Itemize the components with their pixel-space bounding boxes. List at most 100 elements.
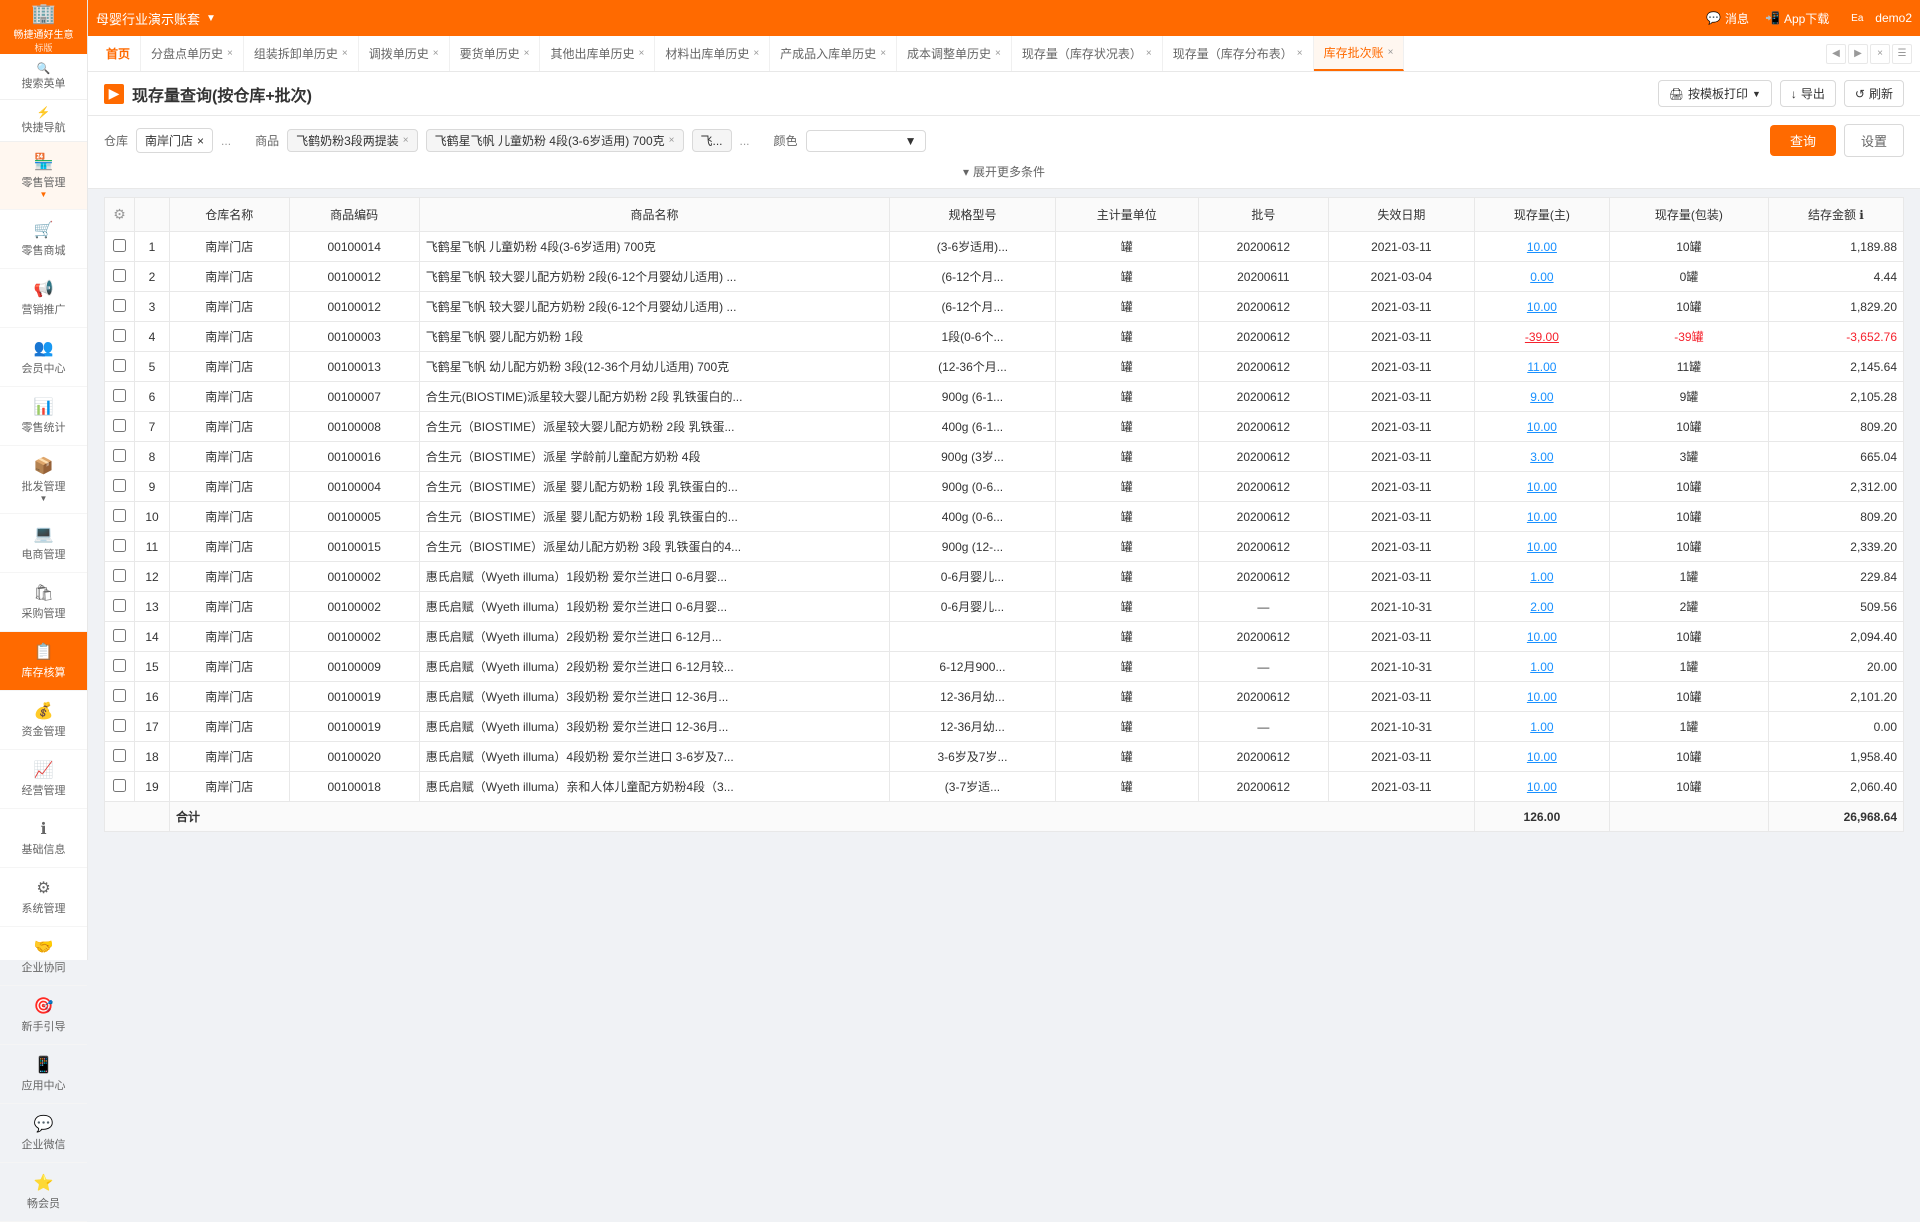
sidebar-item-ecommerce[interactable]: 💻 电商管理 [0,514,87,573]
row-checkbox[interactable] [113,389,126,402]
row-checkbox-cell[interactable] [105,292,135,322]
row-checkbox-cell[interactable] [105,442,135,472]
row-qty-main[interactable]: 10.00 [1474,622,1609,652]
row-checkbox[interactable] [113,689,126,702]
collapse-btn[interactable]: ▶ [104,84,124,104]
row-checkbox[interactable] [113,659,126,672]
row-checkbox-cell[interactable] [105,262,135,292]
print-button[interactable]: 🖨 按模板打印 ▼ [1658,80,1772,107]
row-qty-main[interactable]: 10.00 [1474,232,1609,262]
row-qty-main[interactable]: 1.00 [1474,562,1609,592]
refresh-button[interactable]: ↺ 刷新 [1844,80,1904,107]
row-checkbox[interactable] [113,239,126,252]
row-qty-main[interactable]: 10.00 [1474,472,1609,502]
stock-dist-close[interactable]: × [1297,48,1303,59]
row-qty-main[interactable]: 9.00 [1474,382,1609,412]
nav-menu[interactable]: ☰ [1892,44,1912,64]
sidebar-item-finance[interactable]: 💰 资金管理 [0,691,87,750]
row-checkbox[interactable] [113,419,126,432]
sidebar-item-business[interactable]: 📈 经营管理 [0,750,87,809]
tab-other-out[interactable]: 其他出库单历史 × [540,36,655,71]
sidebar-item-appcenter[interactable]: 📱 应用中心 [0,1045,87,1104]
setting-button[interactable]: 设置 [1844,124,1904,157]
row-checkbox[interactable] [113,509,126,522]
row-checkbox[interactable] [113,629,126,642]
sidebar-item-wholesale[interactable]: 📦 批发管理 ▼ [0,446,87,514]
row-checkbox-cell[interactable] [105,382,135,412]
row-checkbox-cell[interactable] [105,682,135,712]
sidebar-item-quicknav[interactable]: ⚡ 快捷导航 [0,100,87,142]
split-history-close[interactable]: × [227,48,233,59]
batch-ledger-close[interactable]: × [1388,47,1394,58]
sidebar-item-inventory[interactable]: 📋 库存核算 [0,632,87,691]
query-button[interactable]: 查询 [1770,125,1836,156]
th-settings[interactable]: ⚙ [105,198,135,232]
row-checkbox-cell[interactable] [105,532,135,562]
sidebar-item-enterprise[interactable]: 🤝 企业协同 [0,927,87,986]
row-checkbox-cell[interactable] [105,472,135,502]
row-checkbox[interactable] [113,359,126,372]
other-out-close[interactable]: × [638,48,644,59]
nav-close[interactable]: × [1870,44,1890,64]
sidebar-item-retail-stats[interactable]: 📊 零售统计 [0,387,87,446]
warehouse-tag[interactable]: 南岸门店 × [136,128,213,153]
sidebar-item-basic[interactable]: ℹ 基础信息 [0,809,87,868]
tab-disassemble-history[interactable]: 组装拆卸单历史 × [244,36,359,71]
row-checkbox[interactable] [113,539,126,552]
sidebar-item-retail-mall[interactable]: 🛒 零售商城 [0,210,87,269]
product-tag-0-close[interactable]: × [403,135,409,146]
row-qty-main[interactable]: 10.00 [1474,682,1609,712]
row-qty-main[interactable]: 3.00 [1474,442,1609,472]
sidebar-item-newguide[interactable]: 🎯 新手引导 [0,986,87,1045]
tab-cost-adj[interactable]: 成本调整单历史 × [897,36,1012,71]
row-qty-main[interactable]: 10.00 [1474,742,1609,772]
sidebar-item-system[interactable]: ⚙ 系统管理 [0,868,87,927]
tab-mix-history[interactable]: 调拨单历史 × [359,36,450,71]
row-qty-main[interactable]: 0.00 [1474,262,1609,292]
row-checkbox[interactable] [113,449,126,462]
row-qty-main[interactable]: 1.00 [1474,652,1609,682]
stock-status-close[interactable]: × [1146,48,1152,59]
nav-next[interactable]: ▶ [1848,44,1868,64]
row-qty-main[interactable]: 11.00 [1474,352,1609,382]
row-checkbox-cell[interactable] [105,412,135,442]
product-tag-0[interactable]: 飞鹤奶粉3段两提装 × [287,129,418,152]
sidebar-item-marketing[interactable]: 📢 营销推广 [0,269,87,328]
row-qty-main[interactable]: -39.00 [1474,322,1609,352]
warehouse-close-btn[interactable]: × [197,134,204,148]
product-tag-1[interactable]: 飞鹤星飞帆 儿童奶粉 4段(3-6岁适用) 700克 × [426,129,684,152]
row-checkbox[interactable] [113,779,126,792]
row-qty-main[interactable]: 10.00 [1474,772,1609,802]
tab-stock-status[interactable]: 现存量（库存状况表） × [1012,36,1163,71]
row-checkbox-cell[interactable] [105,232,135,262]
disassemble-close[interactable]: × [342,48,348,59]
cost-adj-close[interactable]: × [995,48,1001,59]
row-checkbox-cell[interactable] [105,562,135,592]
tab-home[interactable]: 首页 [96,36,141,71]
message-btn[interactable]: 💬 消息 [1706,10,1749,27]
sidebar-item-member[interactable]: 👥 会员中心 [0,328,87,387]
row-checkbox-cell[interactable] [105,712,135,742]
row-checkbox-cell[interactable] [105,622,135,652]
export-button[interactable]: ↓ 导出 [1780,80,1836,107]
row-checkbox[interactable] [113,299,126,312]
mix-close[interactable]: × [433,48,439,59]
row-checkbox[interactable] [113,479,126,492]
settings-icon[interactable]: ⚙ [113,206,126,222]
row-checkbox[interactable] [113,569,126,582]
tab-split-history[interactable]: 分盘点单历史 × [141,36,244,71]
row-qty-main[interactable]: 1.00 [1474,712,1609,742]
product-in-close[interactable]: × [880,48,886,59]
nav-prev[interactable]: ◀ [1826,44,1846,64]
tab-product-in[interactable]: 产成品入库单历史 × [770,36,897,71]
material-out-close[interactable]: × [753,48,759,59]
row-qty-main[interactable]: 10.00 [1474,532,1609,562]
row-checkbox-cell[interactable] [105,652,135,682]
row-qty-main[interactable]: 10.00 [1474,502,1609,532]
color-dropdown[interactable]: ▼ [806,130,926,152]
row-checkbox[interactable] [113,719,126,732]
row-qty-main[interactable]: 2.00 [1474,592,1609,622]
row-checkbox-cell[interactable] [105,742,135,772]
tab-stock-dist[interactable]: 现存量（库存分布表） × [1163,36,1314,71]
sidebar-item-vip[interactable]: ⭐ 畅会员 [0,1163,87,1222]
